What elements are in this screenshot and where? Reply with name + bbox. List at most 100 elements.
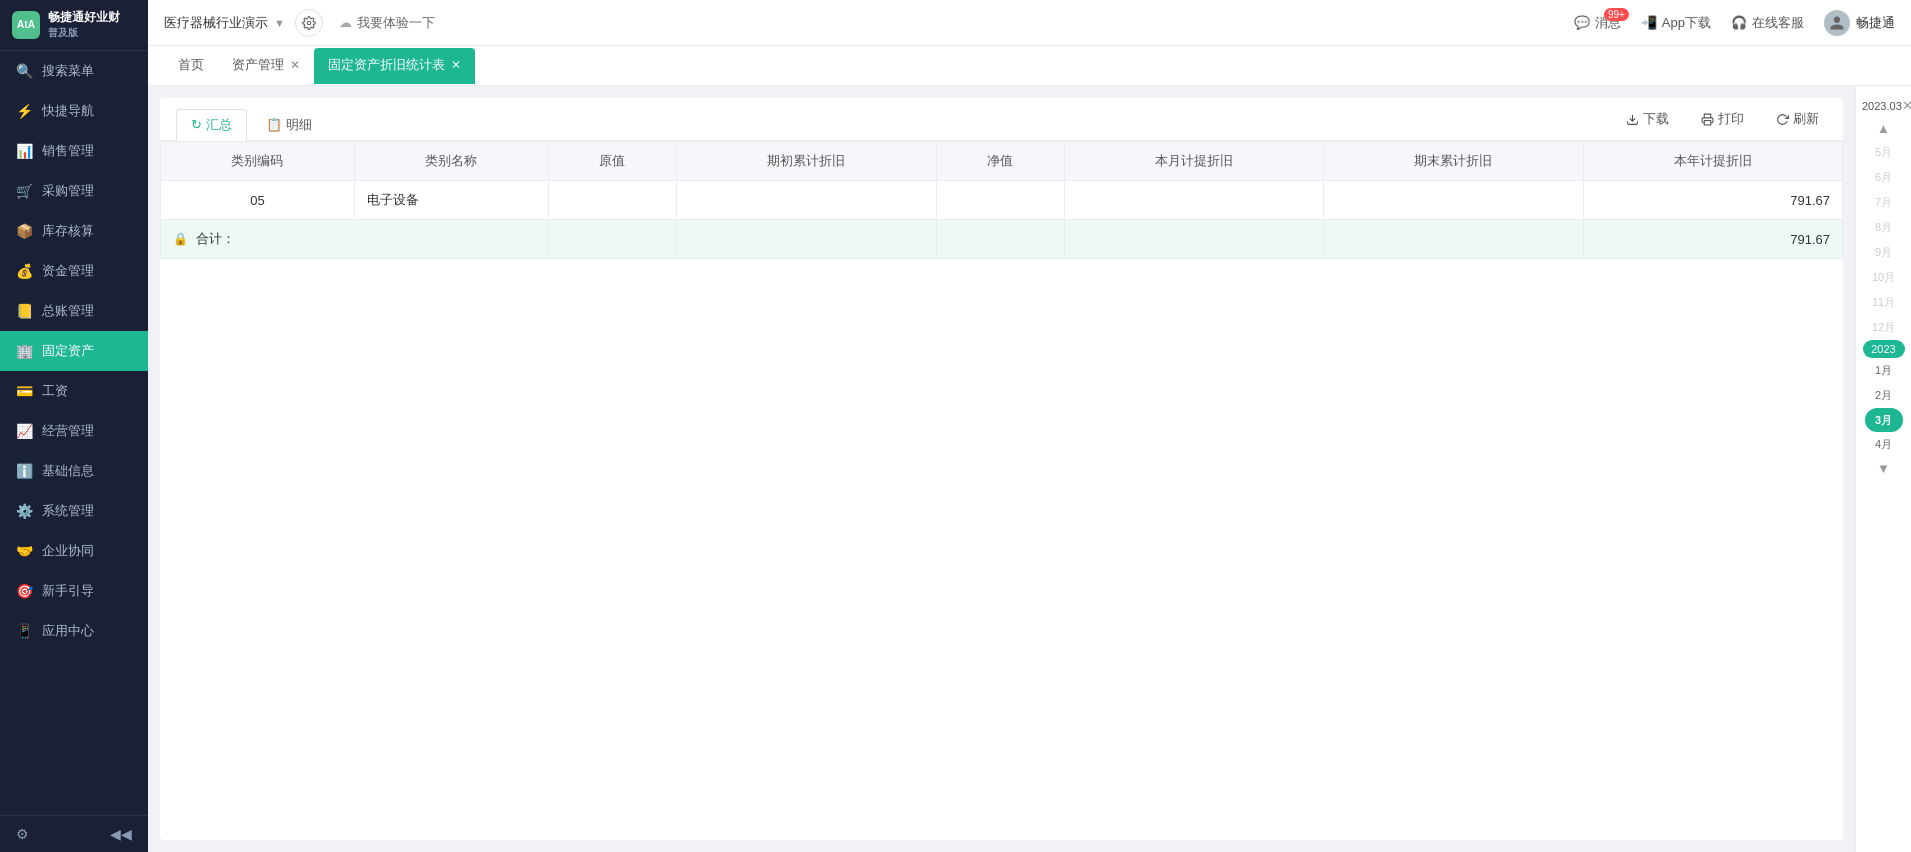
tab-home-label: 首页	[178, 56, 204, 74]
tab-home[interactable]: 首页	[164, 48, 218, 84]
sidebar-item-enterprise[interactable]: 🤝 企业协同	[0, 531, 148, 571]
app-center-icon: 📱	[16, 623, 32, 639]
sidebar-item-search-label: 搜索菜单	[42, 62, 94, 80]
download-button[interactable]: 下载	[1618, 106, 1677, 132]
sidebar-item-sales[interactable]: 📊 销售管理	[0, 131, 148, 171]
download-label: 下载	[1643, 110, 1669, 128]
sidebar-item-salary[interactable]: 💳 工资	[0, 371, 148, 411]
sidebar-item-search[interactable]: 🔍 搜索菜单	[0, 51, 148, 91]
online-service-button[interactable]: 🎧 在线客服	[1731, 14, 1804, 32]
sidebar-item-purchase-label: 采购管理	[42, 182, 94, 200]
sidebar-settings-icon[interactable]: ⚙	[16, 826, 29, 842]
cell-period-end-dep	[1324, 181, 1583, 220]
sidebar-collapse-icon[interactable]: ◀◀	[110, 826, 132, 842]
svg-rect-2	[1704, 120, 1711, 124]
sidebar-item-operation[interactable]: 📈 经营管理	[0, 411, 148, 451]
tab-depreciation-report-label: 固定资产折旧统计表	[328, 56, 445, 74]
month-item-6[interactable]: 6月	[1863, 165, 1905, 190]
sidebar-item-purchase[interactable]: 🛒 采购管理	[0, 171, 148, 211]
print-label: 打印	[1718, 110, 1744, 128]
quick-nav-icon: ⚡	[16, 103, 32, 119]
sidebar-item-quick-nav[interactable]: ⚡ 快捷导航	[0, 91, 148, 131]
cell-category-name: 电子设备	[354, 181, 548, 220]
sub-tab-detail[interactable]: 📋 明细	[251, 109, 327, 140]
month-item-2[interactable]: 2月	[1863, 383, 1905, 408]
summary-row: 🔒 合计： 791.67	[161, 220, 1843, 259]
panel-close-icon[interactable]: ✕	[1902, 98, 1911, 113]
enterprise-icon: 🤝	[16, 543, 32, 559]
month-item-1[interactable]: 1月	[1863, 358, 1905, 383]
tab-asset-manage-close[interactable]: ✕	[290, 58, 300, 72]
sidebar-item-basic-info-label: 基础信息	[42, 462, 94, 480]
sidebar-item-system-label: 系统管理	[42, 502, 94, 520]
sidebar-logo: AtA 畅捷通好业财 普及版	[0, 0, 148, 51]
sidebar-item-basic-info[interactable]: ℹ️ 基础信息	[0, 451, 148, 491]
cell-year-dep: 791.67	[1583, 181, 1842, 220]
panel-prev-year-nav[interactable]: ▲	[1873, 117, 1894, 140]
svg-point-0	[307, 21, 311, 25]
month-item-3-active[interactable]: 3月	[1865, 408, 1903, 432]
company-selector[interactable]: 医疗器械行业演示 ▼	[164, 14, 285, 32]
month-item-10[interactable]: 10月	[1863, 265, 1905, 290]
tabs-bar: 首页 资产管理 ✕ 固定资产折旧统计表 ✕	[148, 46, 1911, 86]
logo-title: 畅捷通好业财	[48, 10, 120, 26]
sidebar-item-ledger[interactable]: 📒 总账管理	[0, 291, 148, 331]
sidebar-item-fixed-assets[interactable]: 🏢 固定资产	[0, 331, 148, 371]
refresh-label: 刷新	[1793, 110, 1819, 128]
sub-tab-detail-label: 明细	[286, 116, 312, 134]
month-item-9[interactable]: 9月	[1863, 240, 1905, 265]
main-content: ↻ 汇总 📋 明细 下载 打印	[160, 98, 1843, 840]
month-item-4[interactable]: 4月	[1863, 432, 1905, 457]
month-item-5[interactable]: 5月	[1863, 140, 1905, 165]
sidebar-item-enterprise-label: 企业协同	[42, 542, 94, 560]
month-item-12[interactable]: 12月	[1863, 315, 1905, 340]
sidebar-item-sales-label: 销售管理	[42, 142, 94, 160]
salary-icon: 💳	[16, 383, 32, 399]
app-download-button[interactable]: 📲 App下载	[1641, 14, 1711, 32]
panel-next-year-nav[interactable]: ▼	[1873, 457, 1894, 480]
sidebar-item-guide-label: 新手引导	[42, 582, 94, 600]
basic-info-icon: ℹ️	[16, 463, 32, 479]
purchase-icon: 🛒	[16, 183, 32, 199]
logo-icon-text: AtA	[17, 19, 35, 30]
month-item-8[interactable]: 8月	[1863, 215, 1905, 240]
refresh-button[interactable]: 刷新	[1768, 106, 1827, 132]
print-button[interactable]: 打印	[1693, 106, 1752, 132]
logo-icon: AtA	[12, 11, 40, 39]
month-item-7[interactable]: 7月	[1863, 190, 1905, 215]
fund-icon: 💰	[16, 263, 32, 279]
sidebar-item-app-center-label: 应用中心	[42, 622, 94, 640]
sidebar-item-inventory[interactable]: 📦 库存核算	[0, 211, 148, 251]
tab-depreciation-report-close[interactable]: ✕	[451, 58, 461, 72]
sidebar-item-app-center[interactable]: 📱 应用中心	[0, 611, 148, 651]
sidebar-footer: ⚙ ◀◀	[0, 815, 148, 852]
sub-tab-summary[interactable]: ↻ 汇总	[176, 109, 247, 141]
sidebar-item-operation-label: 经营管理	[42, 422, 94, 440]
sidebar-item-guide[interactable]: 🎯 新手引导	[0, 571, 148, 611]
experience-button[interactable]: ☁ 我要体验一下	[339, 14, 435, 32]
operation-icon: 📈	[16, 423, 32, 439]
tab-depreciation-report[interactable]: 固定资产折旧统计表 ✕	[314, 48, 475, 84]
year-badge[interactable]: 2023	[1863, 340, 1905, 358]
panel-controls: ✕ ⤢	[1902, 98, 1911, 113]
depreciation-table: 类别编码 类别名称 原值 期初累计折旧 净值 本月计提折旧 期末累计折旧 本年计…	[160, 141, 1843, 259]
cell-net-value	[936, 181, 1064, 220]
table-container: 类别编码 类别名称 原值 期初累计折旧 净值 本月计提折旧 期末累计折旧 本年计…	[160, 141, 1843, 840]
sidebar-item-salary-label: 工资	[42, 382, 68, 400]
user-name: 畅捷通	[1856, 14, 1895, 32]
sidebar-item-system[interactable]: ⚙️ 系统管理	[0, 491, 148, 531]
topbar-settings-button[interactable]	[295, 9, 323, 37]
messages-button[interactable]: 💬 消息 99+	[1574, 14, 1621, 32]
toolbar: 下载 打印 刷新	[1618, 98, 1827, 140]
month-item-11[interactable]: 11月	[1863, 290, 1905, 315]
app-download-label: App下载	[1662, 14, 1711, 32]
summary-month-dep	[1064, 220, 1323, 259]
sidebar-item-ledger-label: 总账管理	[42, 302, 94, 320]
experience-label: 我要体验一下	[357, 14, 435, 32]
tab-asset-manage[interactable]: 资产管理 ✕	[218, 48, 314, 84]
sidebar-item-fund[interactable]: 💰 资金管理	[0, 251, 148, 291]
cell-original-value	[548, 181, 676, 220]
summary-period-begin-dep	[677, 220, 936, 259]
messages-badge: 99+	[1604, 8, 1629, 21]
user-profile[interactable]: 畅捷通	[1824, 10, 1895, 36]
